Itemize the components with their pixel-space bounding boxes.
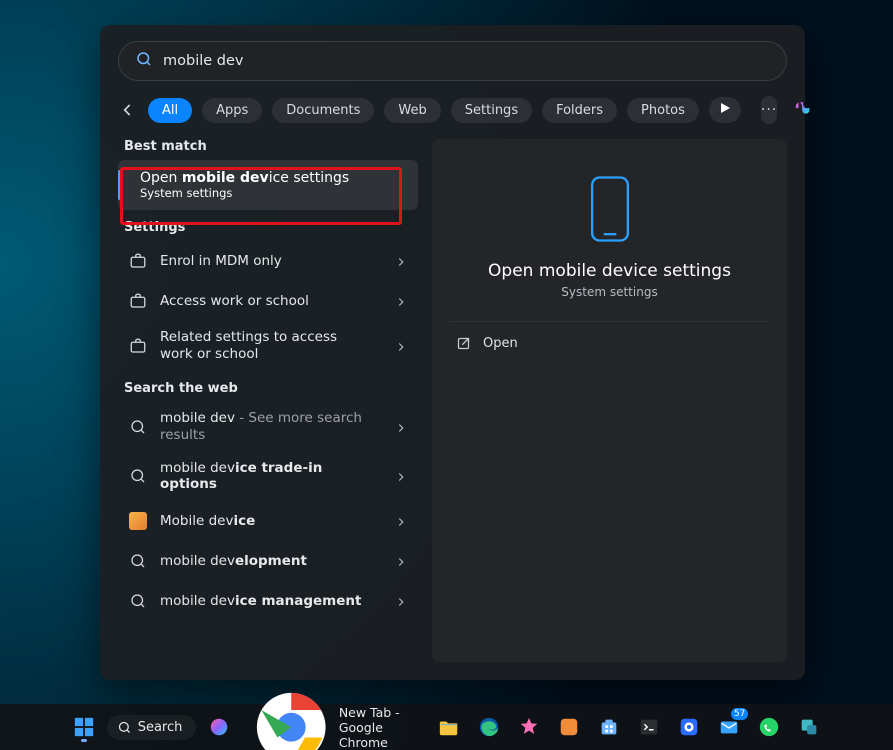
filter-documents[interactable]: Documents [272,98,374,123]
selection-accent [118,170,121,200]
web-result-2[interactable]: Mobile device [118,501,418,541]
search-icon [135,50,153,72]
mail-badge: 57 [731,708,748,720]
chevron-right-icon [394,469,408,483]
chevron-right-icon [394,339,408,353]
overflow-button[interactable]: ··· [761,96,777,124]
result-access-work[interactable]: Access work or school [118,281,418,321]
results-column: Best match Open mobile device settings S… [118,139,418,662]
taskbar-edge[interactable] [472,710,506,744]
phone-large-icon [589,175,631,247]
back-button[interactable] [118,97,138,123]
best-match-title: Open mobile device settings [140,170,349,186]
web-result-1[interactable]: mobile device trade-in options [118,452,418,502]
start-button[interactable] [67,710,101,744]
chevron-right-icon [394,294,408,308]
web-result-0[interactable]: mobile dev - See more search results [118,402,418,452]
preview-subtitle: System settings [561,285,657,299]
filter-photos[interactable]: Photos [627,98,699,123]
search-icon [128,466,148,486]
web-result-4[interactable]: mobile device management [118,581,418,621]
filter-apps[interactable]: Apps [202,98,262,123]
section-best-match: Best match [124,139,418,154]
filter-folders[interactable]: Folders [542,98,617,123]
briefcase-icon [128,291,148,311]
taskbar-explorer[interactable] [432,710,466,744]
taskbar-terminal[interactable] [632,710,666,744]
search-icon [128,591,148,611]
section-web-label: Search the web [124,381,418,396]
taskbar-chrome[interactable]: New Tab - Google Chrome [242,682,426,750]
taskbar: Search New Tab - Google Chrome 57 [0,704,893,750]
filter-all[interactable]: All [148,98,192,123]
image-tile-icon [128,511,148,531]
taskbar-search[interactable]: Search [107,715,197,740]
open-external-icon [456,336,471,351]
result-best-match[interactable]: Open mobile device settings System setti… [118,160,418,210]
search-bar[interactable] [118,41,787,81]
chevron-right-icon [394,254,408,268]
search-icon [128,417,148,437]
taskbar-copilot[interactable] [202,710,236,744]
search-icon [128,551,148,571]
preview-open-label: Open [483,336,518,351]
briefcase-icon [128,336,148,356]
web-result-3[interactable]: mobile development [118,541,418,581]
chrome-window-title: New Tab - Google Chrome [339,705,419,750]
chevron-right-icon [394,420,408,434]
preview-pane: Open mobile device settings System setti… [432,139,787,662]
filter-row: All Apps Documents Web Settings Folders … [118,93,787,127]
taskbar-app-star[interactable] [512,710,546,744]
chevron-right-icon [394,514,408,528]
taskbar-mail[interactable]: 57 [712,710,746,744]
taskbar-app-orange[interactable] [552,710,586,744]
filter-more-play[interactable] [709,97,741,123]
taskbar-app-teal[interactable] [792,710,826,744]
filter-settings[interactable]: Settings [451,98,532,123]
section-settings-label: Settings [124,220,418,235]
preview-open-action[interactable]: Open [432,322,787,365]
taskbar-whatsapp[interactable] [752,710,786,744]
taskbar-store[interactable] [592,710,626,744]
result-enrol-mdm[interactable]: Enrol in MDM only [118,241,418,281]
start-search-panel: All Apps Documents Web Settings Folders … [100,25,805,680]
briefcase-icon [128,251,148,271]
taskbar-search-label: Search [138,720,183,735]
chevron-right-icon [394,594,408,608]
preview-title: Open mobile device settings [488,261,731,281]
chevron-right-icon [394,554,408,568]
search-input[interactable] [163,53,770,69]
result-related-work[interactable]: Related settings to access work or schoo… [118,321,418,371]
filter-web[interactable]: Web [384,98,440,123]
best-match-subtitle: System settings [140,186,349,200]
copilot-icon[interactable] [793,99,815,121]
taskbar-app-circle[interactable] [672,710,706,744]
